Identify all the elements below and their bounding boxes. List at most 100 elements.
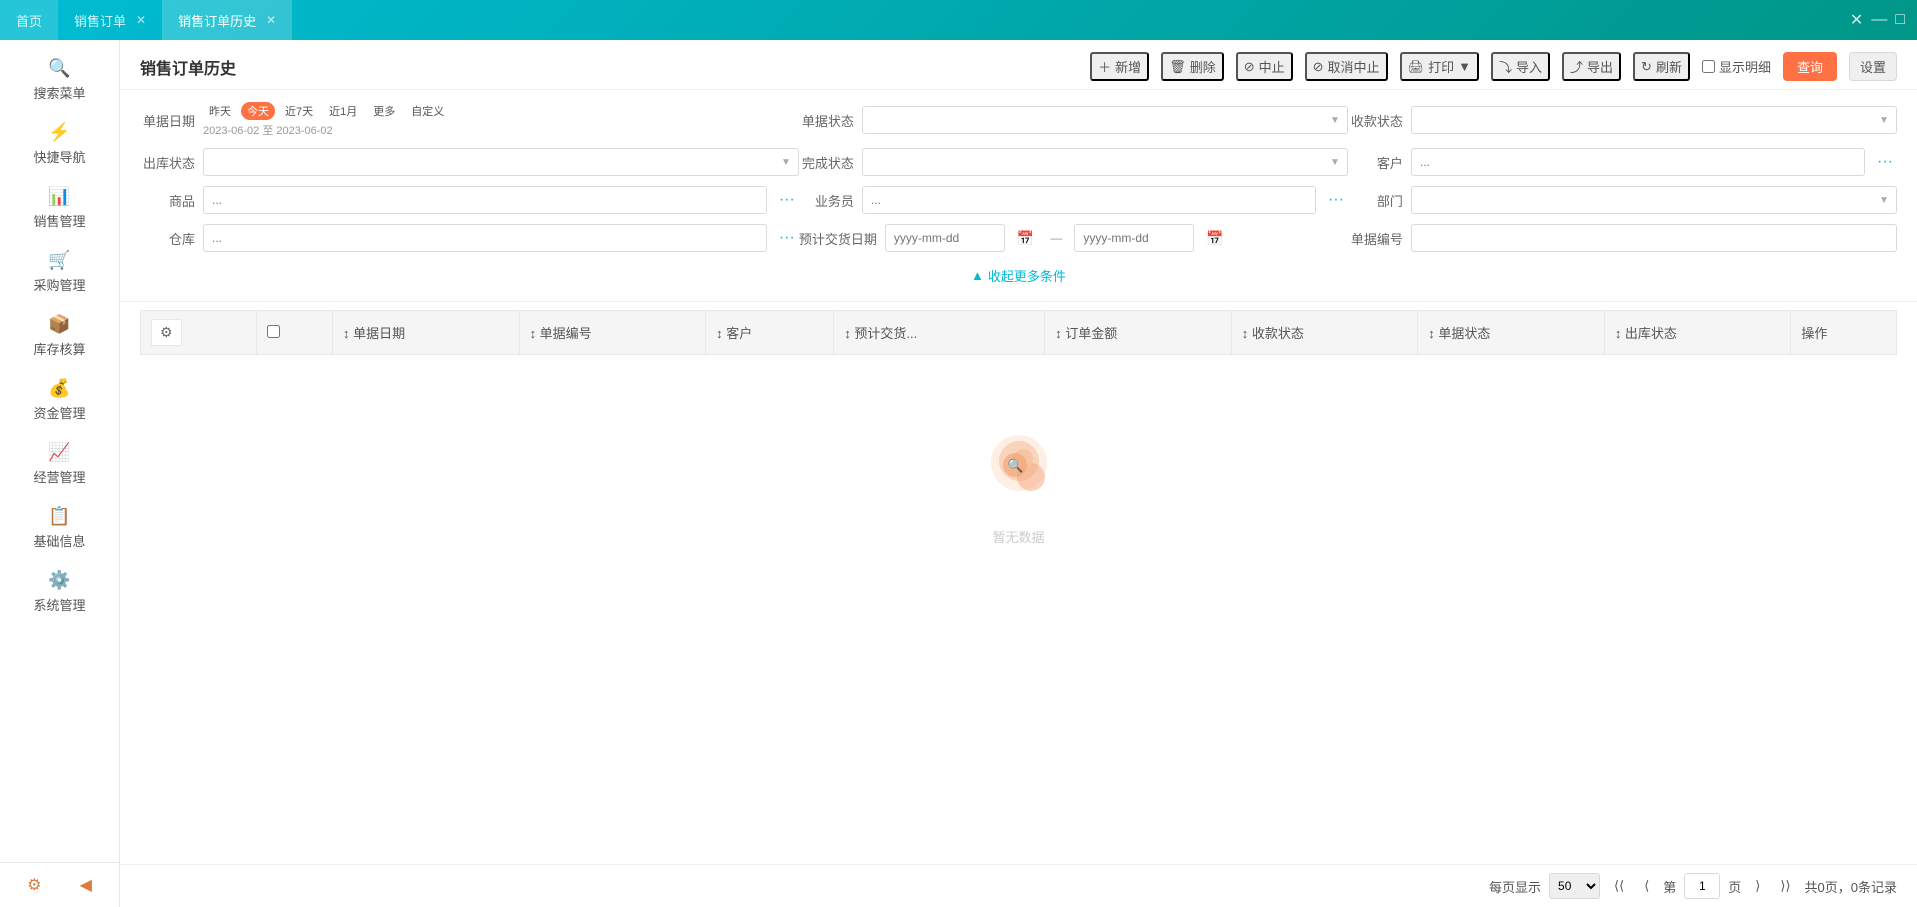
select-all-checkbox[interactable] (267, 325, 280, 338)
sidebar-item-sys-mgmt[interactable]: ⚙️ 系统管理 (0, 560, 119, 624)
sidebar-item-operations[interactable]: 📈 经营管理 (0, 432, 119, 496)
print-label: 打印 (1428, 57, 1454, 76)
doc-status-select[interactable] (862, 106, 1348, 134)
customer-ellipsis-icon[interactable]: ··· (1873, 153, 1897, 171)
doc-no-input[interactable] (1411, 224, 1897, 252)
query-label: 查询 (1797, 60, 1823, 75)
col-customer[interactable]: ↕ 客户 (706, 311, 834, 355)
sidebar-item-inventory[interactable]: 📦 库存核算 (0, 304, 119, 368)
date-tab-custom[interactable]: 自定义 (405, 102, 450, 120)
table-settings-button[interactable]: ⚙ (151, 319, 182, 346)
date-tab-yesterday[interactable]: 昨天 (203, 102, 237, 120)
new-button[interactable]: ＋ 新增 (1090, 52, 1149, 81)
col-delivery[interactable]: ↕ 预计交货... (834, 311, 1045, 355)
date-separator: — (1046, 231, 1066, 245)
delivery-date-from-input[interactable] (885, 224, 1005, 252)
window-close-icon[interactable]: ✕ (1850, 10, 1863, 30)
date-tab-1month[interactable]: 近1月 (323, 102, 363, 120)
window-minimize-icon[interactable]: — (1871, 11, 1887, 29)
cancel-stop-button[interactable]: ⊘ 取消中止 (1305, 52, 1388, 81)
empty-state: 🔍 暂无数据 (140, 355, 1897, 606)
import-button[interactable]: ⤵ 导入 (1491, 52, 1550, 81)
doc-no-label: 单据编号 (1348, 229, 1403, 248)
print-button[interactable]: 🖨 打印 ▼ (1400, 52, 1479, 81)
col-amount[interactable]: ↕ 订单金额 (1045, 311, 1232, 355)
sidebar-item-finance-label: 资金管理 (33, 403, 85, 422)
date-tab-more[interactable]: 更多 (367, 102, 401, 120)
outbound-select[interactable] (203, 148, 799, 176)
salesperson-ellipsis-icon[interactable]: ··· (1324, 191, 1348, 209)
salesperson-input[interactable] (862, 186, 1316, 214)
pagination-page-suffix: 页 (1728, 877, 1741, 896)
sidebar-collapse-icon[interactable]: ◀ (80, 875, 92, 895)
quick-nav-icon: ⚡ (48, 122, 70, 143)
date-tabs: 昨天 今天 近7天 近1月 更多 自定义 (203, 102, 799, 120)
collapse-row[interactable]: ▲ 收起更多条件 (140, 262, 1897, 289)
product-input[interactable] (203, 186, 767, 214)
col-doc-no[interactable]: ↕ 单据编号 (519, 311, 706, 355)
date-range-text: 2023-06-02 至 2023-06-02 (203, 122, 799, 138)
table-area: ⚙ ↕ 单据日期 ↕ 单据编号 (120, 302, 1917, 864)
stop-button[interactable]: ⊘ 中止 (1236, 52, 1293, 81)
refresh-button[interactable]: ↻ 刷新 (1633, 52, 1690, 81)
pagination-page-input[interactable] (1684, 873, 1720, 899)
pagination-prev-btn[interactable]: ⟨ (1638, 876, 1655, 896)
col-receipt-status[interactable]: ↕ 收款状态 (1231, 311, 1418, 355)
pagination-last-btn[interactable]: ⟩⟩ (1774, 876, 1796, 896)
delete-button[interactable]: 🗑 删除 (1161, 52, 1224, 81)
date-tab-7days[interactable]: 近7天 (279, 102, 319, 120)
filter-row-4: 仓库 ··· 预计交货日期 📅 — 📅 单据编号 (140, 224, 1897, 252)
table-header: ⚙ ↕ 单据日期 ↕ 单据编号 (141, 311, 1897, 355)
warehouse-ellipsis-icon[interactable]: ··· (775, 229, 799, 247)
cancel-stop-label: 取消中止 (1328, 57, 1380, 76)
tab-home[interactable]: 首页 (0, 0, 58, 40)
salesperson-field: 业务员 ··· (799, 186, 1348, 214)
filter-row-3: 商品 ··· 业务员 ··· 部门 (140, 186, 1897, 214)
display-toggle-checkbox[interactable] (1702, 60, 1715, 73)
settings-button[interactable]: 设置 (1849, 52, 1897, 81)
stop-label: 中止 (1259, 57, 1285, 76)
export-button[interactable]: ⤴ 导出 (1562, 52, 1621, 81)
tab-sales-order[interactable]: 销售订单 ✕ (58, 0, 162, 40)
sidebar-item-search-menu[interactable]: 🔍 搜索菜单 (0, 48, 119, 112)
col-outbound-status[interactable]: ↕ 出库状态 (1604, 311, 1791, 355)
col-amount-label: ↕ 订单金额 (1055, 326, 1117, 341)
tab-sales-history-label: 销售订单历史 (178, 11, 256, 30)
tab-sales-history-close[interactable]: ✕ (266, 13, 276, 27)
customer-input[interactable] (1411, 148, 1865, 176)
tab-sales-order-close[interactable]: ✕ (136, 13, 146, 27)
filter-row-2: 出库状态 ▼ 完成状态 (140, 148, 1897, 176)
warehouse-input[interactable] (203, 224, 767, 252)
sales-mgmt-icon: 📊 (48, 186, 70, 207)
delivery-date-from-calendar-icon[interactable]: 📅 (1013, 230, 1038, 247)
col-doc-status[interactable]: ↕ 单据状态 (1418, 311, 1605, 355)
per-page-select[interactable]: 10 20 50 100 (1549, 873, 1600, 899)
export-icon: ⤴ (1570, 57, 1583, 76)
window-maximize-icon[interactable]: □ (1895, 11, 1905, 29)
sidebar-settings-icon[interactable]: ⚙ (27, 875, 41, 895)
sidebar-item-sales-mgmt[interactable]: 📊 销售管理 (0, 176, 119, 240)
table-header-row: ⚙ ↕ 单据日期 ↕ 单据编号 (141, 311, 1897, 355)
receipt-status-select[interactable] (1411, 106, 1897, 134)
pagination-page-prefix: 第 (1663, 877, 1676, 896)
query-button[interactable]: 查询 (1783, 52, 1837, 81)
pagination-next-btn[interactable]: ⟩ (1749, 876, 1766, 896)
col-date[interactable]: ↕ 单据日期 (333, 311, 520, 355)
sidebar-item-finance[interactable]: 💰 资金管理 (0, 368, 119, 432)
product-ellipsis-icon[interactable]: ··· (775, 191, 799, 209)
date-tab-today[interactable]: 今天 (241, 102, 275, 120)
pagination-total-text: 共0页，0条记录 (1805, 877, 1897, 896)
main-layout: 🔍 搜索菜单 ⚡ 快捷导航 📊 销售管理 🛒 采购管理 📦 库存核算 💰 资金管… (0, 40, 1917, 907)
col-date-label: ↕ 单据日期 (343, 326, 405, 341)
complete-select[interactable] (862, 148, 1348, 176)
sidebar-item-base-info[interactable]: 📋 基础信息 (0, 496, 119, 560)
delivery-date-to-input[interactable] (1074, 224, 1194, 252)
tab-sales-history[interactable]: 销售订单历史 ✕ (162, 0, 292, 40)
pagination-first-btn[interactable]: ⟨⟨ (1608, 876, 1630, 896)
dept-select[interactable] (1411, 186, 1897, 214)
dept-select-wrapper: ▼ (1411, 186, 1897, 214)
refresh-icon: ↻ (1641, 59, 1652, 75)
sidebar-item-quick-nav[interactable]: ⚡ 快捷导航 (0, 112, 119, 176)
delivery-date-to-calendar-icon[interactable]: 📅 (1202, 230, 1227, 247)
sidebar-item-purchase-mgmt[interactable]: 🛒 采购管理 (0, 240, 119, 304)
